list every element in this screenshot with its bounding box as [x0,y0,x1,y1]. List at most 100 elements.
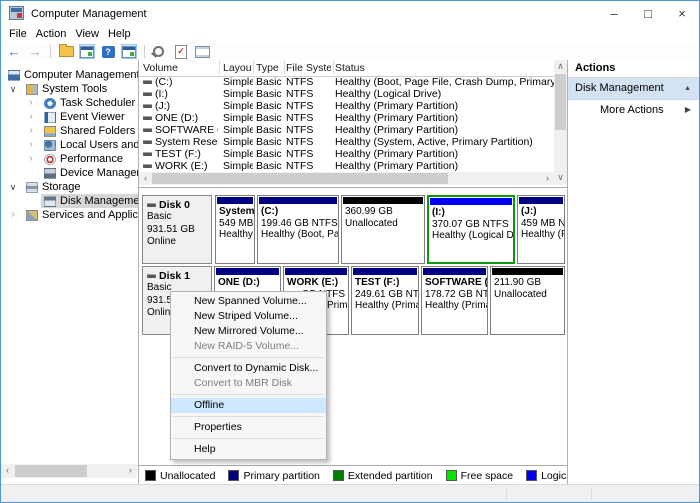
column-header-layout[interactable]: Layout [223,61,252,75]
legend-primary-partition: Primary partition [228,470,319,482]
tree-item-disk-management[interactable]: Disk Management [1,194,138,208]
volume-row-c[interactable]: (C:)SimpleBasicNTFSHealthy (Boot, Page F… [139,76,554,88]
column-header-status[interactable]: Status [335,61,535,75]
volume-horizontal-scrollbar[interactable]: ‹ › [139,172,554,185]
check-document-icon[interactable]: ✓ [173,44,189,59]
expander-collapsed-icon[interactable]: › [25,110,37,124]
list-view-icon[interactable] [194,44,210,59]
free-space-swatch [446,470,457,481]
actions-group-disk-management[interactable]: Disk Management ▲ [568,78,699,100]
back-icon[interactable]: ← [6,44,22,59]
computer-icon [8,70,20,81]
console-window-icon[interactable] [121,44,137,59]
scroll-down-icon[interactable]: ∨ [554,171,567,185]
collapse-caret-icon[interactable]: ▲ [684,78,691,99]
menu-item-properties[interactable]: Properties [171,420,326,435]
scroll-up-icon[interactable]: ∧ [554,60,567,74]
menu-help[interactable]: Help [108,27,140,43]
tree-item-device-manager[interactable]: Device Manager [1,166,138,180]
tree-item-performance[interactable]: › Performance [1,152,138,166]
tree-item-computer-management[interactable]: Computer Management (Local) [1,68,138,82]
volume-row-i[interactable]: (I:)SimpleBasicNTFSHealthy (Logical Driv… [139,88,554,100]
volume-row-work-e[interactable]: WORK (E:)SimpleBasicNTFSHealthy (Primary… [139,160,554,172]
column-header-type[interactable]: Type [256,61,282,75]
menu-item-new-mirrored-volume[interactable]: New Mirrored Volume... [171,324,326,339]
menu-item-help[interactable]: Help [171,442,326,457]
partition-c[interactable]: (C:) 199.46 GB NTFS Healthy (Boot, Page [257,195,339,264]
scroll-left-icon[interactable]: ‹ [139,172,152,186]
close-button[interactable]: × [665,1,699,27]
scroll-left-icon[interactable]: ‹ [1,464,14,478]
tree-item-system-tools[interactable]: ∨ System Tools [1,82,138,96]
tree-item-event-viewer[interactable]: › Event Viewer [1,110,138,124]
performance-icon [44,154,56,165]
expander-collapsed-icon[interactable]: › [25,152,37,166]
tree-item-shared-folders[interactable]: › Shared Folders [1,124,138,138]
volume-icon [143,164,152,168]
expander-open-icon[interactable]: ∨ [7,180,19,194]
partition-j[interactable]: (J:) 459 MB NTFS Healthy (Primary [517,195,565,264]
expander-collapsed-icon[interactable]: › [25,96,37,110]
primary-partition-bar [423,268,486,275]
partition-system[interactable]: System 549 MB NTFS Healthy (System, Acti… [215,195,255,264]
volume-table: (C:)SimpleBasicNTFSHealthy (Boot, Page F… [139,76,554,172]
minimize-button[interactable]: – [597,1,631,27]
menu-item-new-spanned-volume[interactable]: New Spanned Volume... [171,294,326,309]
help-icon[interactable]: ? [100,44,116,59]
search-icon[interactable] [152,44,168,59]
tree-item-services-applications[interactable]: › Services and Applications [1,208,138,222]
tree-horizontal-scrollbar[interactable]: ‹ › [1,464,137,478]
volume-row-test-f[interactable]: TEST (F:)SimpleBasicNTFSHealthy (Primary… [139,148,554,160]
legend-unallocated: Unallocated [145,470,215,482]
scroll-right-icon[interactable]: › [124,464,137,478]
menu-file[interactable]: File [9,27,36,43]
scrollbar-thumb[interactable] [152,173,448,184]
column-header-volume[interactable]: Volume [143,61,217,75]
maximize-button[interactable]: □ [631,1,665,27]
menu-item-convert-to-dynamic-disk[interactable]: Convert to Dynamic Disk... [171,361,326,376]
disk-0-label[interactable]: Disk 0 Basic 931.51 GB Online [142,195,212,264]
menu-item-new-striped-volume[interactable]: New Striped Volume... [171,309,326,324]
shared-folders-icon [44,126,56,137]
forward-icon[interactable]: → [27,44,43,59]
partition-unallocated-disk1[interactable]: 211.90 GB Unallocated [490,266,565,335]
scroll-right-icon[interactable]: › [541,172,554,186]
column-header-file-system[interactable]: File System [286,61,331,75]
menu-action[interactable]: Action [36,27,76,43]
up-folder-icon[interactable] [58,44,74,59]
legend-extended-partition: Extended partition [333,470,433,482]
tree-item-local-users-groups[interactable]: › Local Users and Groups [1,138,138,152]
partition-i-selected[interactable]: (I:) 370.07 GB NTFS Healthy (Logical Dr [427,195,515,264]
scrollbar-thumb[interactable] [15,465,87,477]
menu-item-convert-to-mbr-disk: Convert to MBR Disk [171,376,326,391]
partition-test-f[interactable]: TEST (F:) 249.61 GB NTFS Healthy (Primar [351,266,419,335]
primary-partition-bar [353,268,417,275]
expander-collapsed-icon[interactable]: › [25,124,37,138]
scrollbar-thumb[interactable] [555,74,566,130]
tree-item-task-scheduler[interactable]: › Task Scheduler [1,96,138,110]
disk-context-menu: New Spanned Volume... New Striped Volume… [170,291,327,460]
expander-collapsed-icon[interactable]: › [7,208,19,222]
more-actions-item[interactable]: More Actions ▶ [568,100,699,120]
tree-item-storage[interactable]: ∨ Storage [1,180,138,194]
volume-row-system-reserved[interactable]: System ReservedSimpleBasicNTFSHealthy (S… [139,136,554,148]
menu-view[interactable]: View [75,27,108,43]
statusbar [1,484,699,502]
expander-open-icon[interactable]: ∨ [7,82,19,96]
volume-vertical-scrollbar[interactable]: ∧ ∨ [554,60,567,185]
partition-software-g[interactable]: SOFTWARE (G:) 178.72 GB NTFS Healthy (Pr… [421,266,488,335]
expander-collapsed-icon[interactable]: › [25,138,37,152]
volume-row-software-g[interactable]: SOFTWARE (G:)SimpleBasicNTFSHealthy (Pri… [139,124,554,136]
disk-management-icon [44,196,56,207]
partition-unallocated-disk0[interactable]: 360.99 GB Unallocated [341,195,425,264]
menu-separator [173,394,324,395]
disk-icon [147,203,156,207]
partition-legend: Unallocated Primary partition Extended p… [139,465,567,485]
show-console-tree-icon[interactable] [79,44,95,59]
menu-item-offline[interactable]: Offline [171,398,326,413]
volume-row-one-d[interactable]: ONE (D:)SimpleBasicNTFSHealthy (Primary … [139,112,554,124]
volume-row-j[interactable]: (J:)SimpleBasicNTFSHealthy (Primary Part… [139,100,554,112]
services-icon [26,210,38,221]
unallocated-swatch [145,470,156,481]
menubar: File Action View Help [1,27,699,43]
